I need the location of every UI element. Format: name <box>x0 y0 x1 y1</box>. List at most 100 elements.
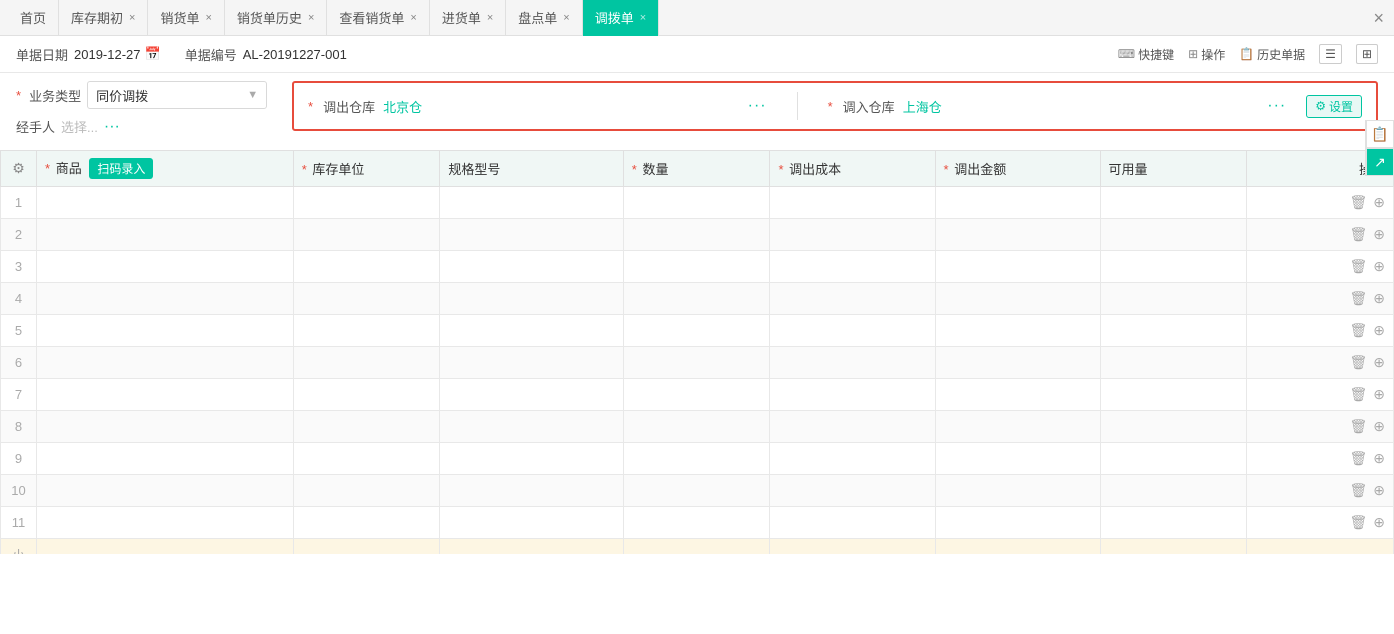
copy-icon-11[interactable]: ⊕ <box>1373 514 1385 531</box>
settings-col-header[interactable]: ⚙ <box>1 151 37 187</box>
product-cell-9[interactable] <box>37 443 294 475</box>
delete-icon-5[interactable]: 🗑 <box>1349 322 1367 339</box>
unit-cell-6[interactable] <box>293 347 440 379</box>
amount-cell-8[interactable] <box>935 411 1100 443</box>
cost-cell-11[interactable] <box>770 507 935 539</box>
person-more-icon[interactable]: ··· <box>104 118 120 136</box>
amount-cell-11[interactable] <box>935 507 1100 539</box>
scan-button[interactable]: 扫码录入 <box>89 158 153 179</box>
table-settings-icon[interactable]: ⚙ <box>12 160 25 176</box>
tab-close-inventory-count[interactable]: × <box>563 12 569 24</box>
available-cell-11[interactable] <box>1100 507 1247 539</box>
available-cell-3[interactable] <box>1100 251 1247 283</box>
tab-sales-history[interactable]: 销货单历史 × <box>225 0 327 36</box>
spec-cell-10[interactable] <box>440 475 623 507</box>
product-cell-5[interactable] <box>37 315 294 347</box>
qty-cell-8[interactable] <box>623 411 770 443</box>
delete-icon-9[interactable]: 🗑 <box>1349 450 1367 467</box>
spec-cell-8[interactable] <box>440 411 623 443</box>
side-expand-btn[interactable]: ↗ <box>1366 148 1394 176</box>
available-cell-9[interactable] <box>1100 443 1247 475</box>
product-cell-3[interactable] <box>37 251 294 283</box>
copy-icon-10[interactable]: ⊕ <box>1373 482 1385 499</box>
product-cell-10[interactable] <box>37 475 294 507</box>
available-cell-1[interactable] <box>1100 187 1247 219</box>
out-warehouse-more-btn[interactable]: ··· <box>748 97 767 115</box>
tab-transfer[interactable]: 调拨单 × <box>583 0 659 36</box>
tab-close-inventory-init[interactable]: × <box>129 12 135 24</box>
unit-cell-7[interactable] <box>293 379 440 411</box>
qty-cell-1[interactable] <box>623 187 770 219</box>
product-cell-1[interactable] <box>37 187 294 219</box>
delete-icon-6[interactable]: 🗑 <box>1349 354 1367 371</box>
product-cell-4[interactable] <box>37 283 294 315</box>
amount-cell-6[interactable] <box>935 347 1100 379</box>
cost-cell-2[interactable] <box>770 219 935 251</box>
amount-cell-10[interactable] <box>935 475 1100 507</box>
cost-cell-8[interactable] <box>770 411 935 443</box>
available-cell-6[interactable] <box>1100 347 1247 379</box>
spec-cell-1[interactable] <box>440 187 623 219</box>
available-cell-2[interactable] <box>1100 219 1247 251</box>
tab-close-purchase[interactable]: × <box>487 12 493 24</box>
delete-icon-1[interactable]: 🗑 <box>1349 194 1367 211</box>
product-cell-11[interactable] <box>37 507 294 539</box>
amount-cell-5[interactable] <box>935 315 1100 347</box>
unit-cell-4[interactable] <box>293 283 440 315</box>
cost-cell-9[interactable] <box>770 443 935 475</box>
amount-cell-2[interactable] <box>935 219 1100 251</box>
cost-cell-3[interactable] <box>770 251 935 283</box>
qty-cell-6[interactable] <box>623 347 770 379</box>
cost-cell-6[interactable] <box>770 347 935 379</box>
spec-cell-9[interactable] <box>440 443 623 475</box>
tab-sales-order[interactable]: 销货单 × <box>148 0 224 36</box>
qty-cell-7[interactable] <box>623 379 770 411</box>
unit-cell-1[interactable] <box>293 187 440 219</box>
available-cell-4[interactable] <box>1100 283 1247 315</box>
cost-cell-4[interactable] <box>770 283 935 315</box>
spec-cell-5[interactable] <box>440 315 623 347</box>
amount-cell-9[interactable] <box>935 443 1100 475</box>
qty-cell-2[interactable] <box>623 219 770 251</box>
delete-icon-7[interactable]: 🗑 <box>1349 386 1367 403</box>
copy-icon-7[interactable]: ⊕ <box>1373 386 1385 403</box>
side-list-btn[interactable]: 📋 <box>1366 120 1394 148</box>
unit-cell-8[interactable] <box>293 411 440 443</box>
copy-icon-5[interactable]: ⊕ <box>1373 322 1385 339</box>
tab-purchase[interactable]: 进货单 × <box>430 0 506 36</box>
qty-cell-10[interactable] <box>623 475 770 507</box>
copy-icon-2[interactable]: ⊕ <box>1373 226 1385 243</box>
calendar-icon[interactable]: 📅 <box>145 46 161 62</box>
delete-icon-8[interactable]: 🗑 <box>1349 418 1367 435</box>
copy-icon-6[interactable]: ⊕ <box>1373 354 1385 371</box>
qty-cell-5[interactable] <box>623 315 770 347</box>
qty-cell-9[interactable] <box>623 443 770 475</box>
tab-view-sales[interactable]: 查看销货单 × <box>327 0 429 36</box>
spec-cell-4[interactable] <box>440 283 623 315</box>
tab-inventory-init[interactable]: 库存期初 × <box>59 0 148 36</box>
available-cell-8[interactable] <box>1100 411 1247 443</box>
in-warehouse-value[interactable]: 上海仓 <box>903 97 942 116</box>
biz-type-input[interactable]: 同价调拨 ▼ <box>87 81 267 109</box>
unit-cell-10[interactable] <box>293 475 440 507</box>
product-cell-6[interactable] <box>37 347 294 379</box>
copy-icon-1[interactable]: ⊕ <box>1373 194 1385 211</box>
spec-cell-11[interactable] <box>440 507 623 539</box>
settings-button[interactable]: ⚙ 设置 <box>1306 95 1362 118</box>
operations-btn[interactable]: ⊞ 操作 <box>1188 46 1225 63</box>
tab-close-view-sales[interactable]: × <box>410 12 416 24</box>
copy-icon-8[interactable]: ⊕ <box>1373 418 1385 435</box>
unit-cell-2[interactable] <box>293 219 440 251</box>
unit-cell-11[interactable] <box>293 507 440 539</box>
amount-cell-4[interactable] <box>935 283 1100 315</box>
cost-cell-7[interactable] <box>770 379 935 411</box>
person-input[interactable]: 选择... <box>61 117 98 136</box>
shortcuts-btn[interactable]: ⌨ 快捷键 <box>1118 46 1174 63</box>
amount-cell-1[interactable] <box>935 187 1100 219</box>
qty-cell-3[interactable] <box>623 251 770 283</box>
cost-cell-5[interactable] <box>770 315 935 347</box>
list-view-btn[interactable]: ☰ <box>1319 44 1342 64</box>
unit-cell-3[interactable] <box>293 251 440 283</box>
tab-close-transfer[interactable]: × <box>640 12 646 24</box>
delete-icon-2[interactable]: 🗑 <box>1349 226 1367 243</box>
